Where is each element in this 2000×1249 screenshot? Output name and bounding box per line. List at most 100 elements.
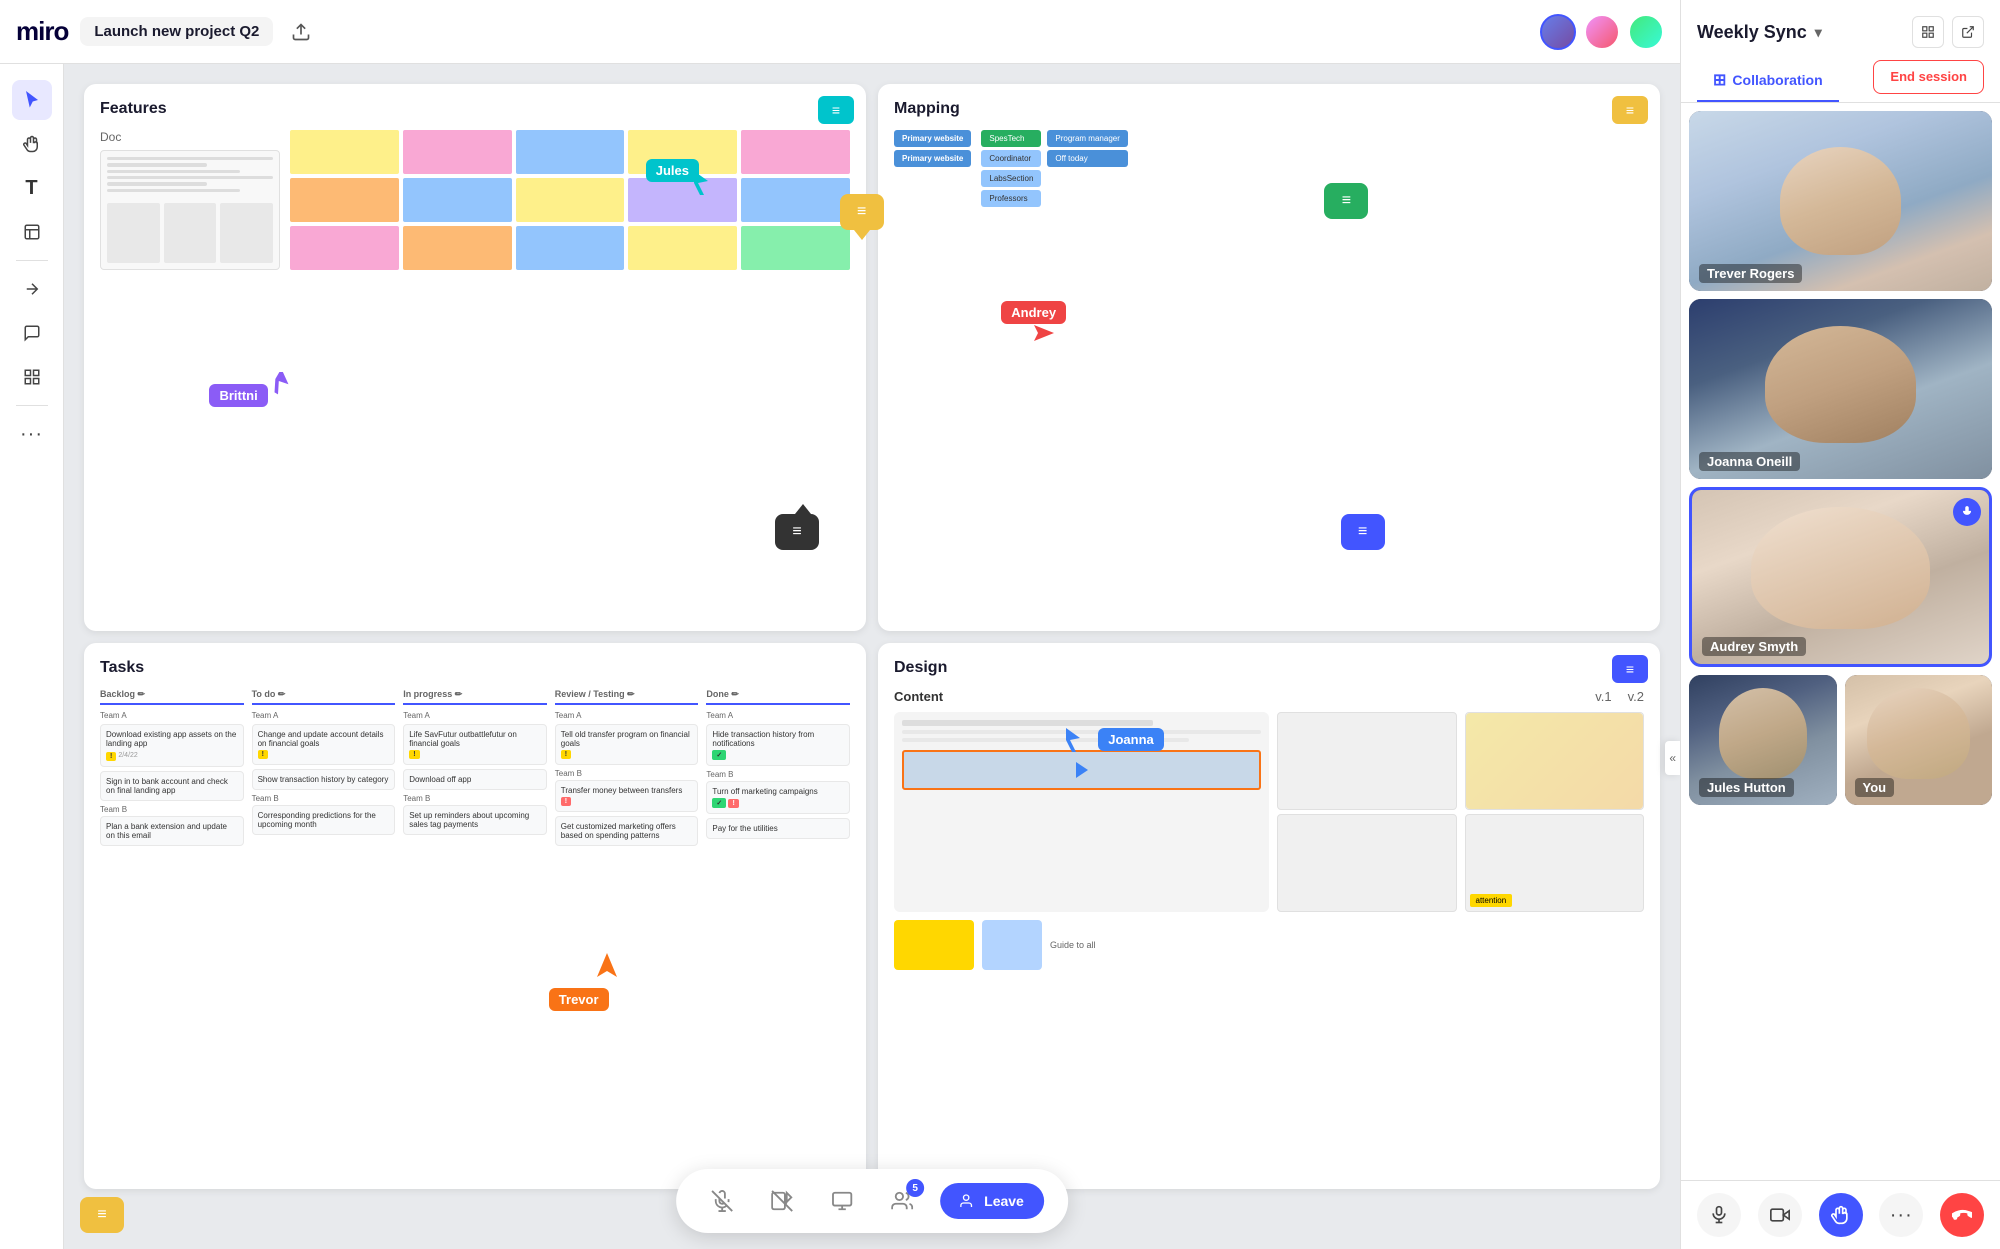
chat-bubble-yellow: ≡ xyxy=(840,194,884,240)
table-preview xyxy=(107,203,273,263)
rp-header: Weekly Sync ▾ ⊞ Collaboration End sessio… xyxy=(1681,0,2000,103)
rp-layout-btn[interactable] xyxy=(1912,16,1944,48)
map-col-mid: SpesTech Coordinator LabsSection Profess… xyxy=(981,130,1041,207)
wf-line-1 xyxy=(902,720,1153,726)
cursor-tool[interactable] xyxy=(12,80,52,120)
left-toolbar: T ··· xyxy=(0,64,64,1249)
stickies xyxy=(290,130,850,270)
cursor-trevor-arrow xyxy=(597,953,617,982)
avatar-2[interactable] xyxy=(1584,14,1620,50)
title-chevron[interactable]: ▾ xyxy=(1815,24,1822,41)
rp-icon-buttons xyxy=(1912,16,1984,48)
ctrl-hand[interactable] xyxy=(1819,1193,1863,1237)
v2-label: v.2 xyxy=(1628,689,1644,704)
video-trever: Trever Rogers xyxy=(1689,111,1992,291)
participants-button[interactable]: 5 xyxy=(880,1179,924,1223)
toolbar-divider-2 xyxy=(16,405,48,406)
mapping-menu[interactable]: ≡ xyxy=(1612,96,1648,124)
sticky-note: attention xyxy=(1470,894,1513,907)
project-title[interactable]: Launch new project Q2 xyxy=(80,17,273,46)
wireframes-row: attention xyxy=(894,712,1644,912)
doc-preview xyxy=(100,150,280,270)
cursor-joanna: Joanna xyxy=(1098,728,1164,751)
review-card-2: Transfer money between transfers ! xyxy=(555,780,699,812)
ctrl-mic[interactable] xyxy=(1697,1193,1741,1237)
frame-tool[interactable] xyxy=(12,357,52,397)
share-button[interactable] xyxy=(820,1179,864,1223)
wf-v2-2: attention xyxy=(1465,814,1645,912)
bottom-bar: 5 Leave xyxy=(676,1169,1068,1233)
sticky-6 xyxy=(290,178,399,222)
wireframe-v1 xyxy=(1277,712,1457,912)
rp-external-btn[interactable] xyxy=(1952,16,1984,48)
doc-line-4 xyxy=(107,176,273,179)
ctrl-more[interactable]: ··· xyxy=(1879,1193,1923,1237)
joanna-face xyxy=(1765,326,1917,443)
rp-title: Weekly Sync ▾ xyxy=(1697,22,1822,43)
topbar: miro Launch new project Q2 xyxy=(0,0,1680,64)
tasks-content: Backlog ✏ Team A Download existing app a… xyxy=(100,689,850,1164)
map-box-7: Program manager xyxy=(1047,130,1127,147)
cursor-jules: Jules xyxy=(646,159,699,182)
table-col-1 xyxy=(107,203,160,263)
toolbar-divider-1 xyxy=(16,260,48,261)
wf-v1-1 xyxy=(1277,712,1457,810)
audrey-speaking xyxy=(1953,498,1981,526)
design-content: Content v.1 v.2 xyxy=(894,689,1644,970)
trever-name: Trever Rogers xyxy=(1699,264,1802,283)
sticky-3 xyxy=(516,130,625,174)
avatar-1[interactable] xyxy=(1540,14,1576,50)
wf-v2-1-overlay xyxy=(1466,713,1644,809)
video-joanna: Joanna Oneill xyxy=(1689,299,1992,479)
map-box-2: Primary website xyxy=(894,150,971,167)
avatar-3[interactable] xyxy=(1628,14,1664,50)
ip-tag-1: ! xyxy=(409,750,419,759)
upload-icon[interactable] xyxy=(285,16,317,48)
features-menu[interactable]: ≡ xyxy=(818,96,854,124)
map-box-8: Off today xyxy=(1047,150,1127,167)
map-box-4: Coordinator xyxy=(981,150,1041,167)
mapping-content: Primary website Primary website SpesTech… xyxy=(894,130,1644,207)
card-tag-1: ! xyxy=(106,752,116,761)
hand-tool[interactable] xyxy=(12,124,52,164)
sticky-bottom-1 xyxy=(894,920,974,970)
doc-line-3 xyxy=(107,170,240,173)
team-b5-label: Team B xyxy=(706,770,850,779)
content-label: Content xyxy=(894,689,1579,704)
tab-collaboration[interactable]: ⊞ Collaboration xyxy=(1697,60,1839,102)
done-header: Done ✏ xyxy=(706,689,850,705)
comment-tool[interactable] xyxy=(12,313,52,353)
collapse-button[interactable]: « xyxy=(1665,741,1680,775)
chat-bubble-dark: ≡ xyxy=(775,514,819,550)
sticky-tool[interactable] xyxy=(12,212,52,252)
done-card-3: Pay for the utilities xyxy=(706,818,850,839)
sticky-12 xyxy=(403,226,512,270)
inprogress-card-2: Download off app xyxy=(403,769,547,790)
features-content: Doc xyxy=(100,130,850,270)
more-tools[interactable]: ··· xyxy=(12,414,52,454)
video-jules: Jules Hutton xyxy=(1689,675,1837,805)
inprogress-header: In progress ✏ xyxy=(403,689,547,705)
mapping-title: Mapping xyxy=(894,100,1644,118)
sticky-13 xyxy=(516,226,625,270)
arrow-tool[interactable] xyxy=(12,269,52,309)
collaboration-icon: ⊞ xyxy=(1713,70,1726,90)
leave-button[interactable]: Leave xyxy=(940,1183,1044,1219)
bubble-tail-yellow xyxy=(854,230,870,240)
tasks-title: Tasks xyxy=(100,659,850,677)
inprogress-card-1: Life SavFutur outbattlefutur on financia… xyxy=(403,724,547,765)
design-menu[interactable]: ≡ xyxy=(1612,655,1648,683)
end-session-button[interactable]: End session xyxy=(1873,60,1984,94)
ctrl-end-call[interactable] xyxy=(1940,1193,1984,1237)
topbar-right xyxy=(1540,14,1664,50)
video-grid: Trever Rogers Joanna Oneill Audrey Smyth… xyxy=(1681,103,2000,1180)
ctrl-cam[interactable] xyxy=(1758,1193,1802,1237)
mic-button[interactable] xyxy=(700,1179,744,1223)
todo-header: To do ✏ xyxy=(252,689,396,705)
doc-line-5 xyxy=(107,182,207,185)
text-tool[interactable]: T xyxy=(12,168,52,208)
rv-tag-2: ! xyxy=(561,797,571,806)
camera-button[interactable] xyxy=(760,1179,804,1223)
canvas[interactable]: Features ≡ Doc xyxy=(64,64,1680,1249)
team-a2-label: Team A xyxy=(252,711,396,720)
